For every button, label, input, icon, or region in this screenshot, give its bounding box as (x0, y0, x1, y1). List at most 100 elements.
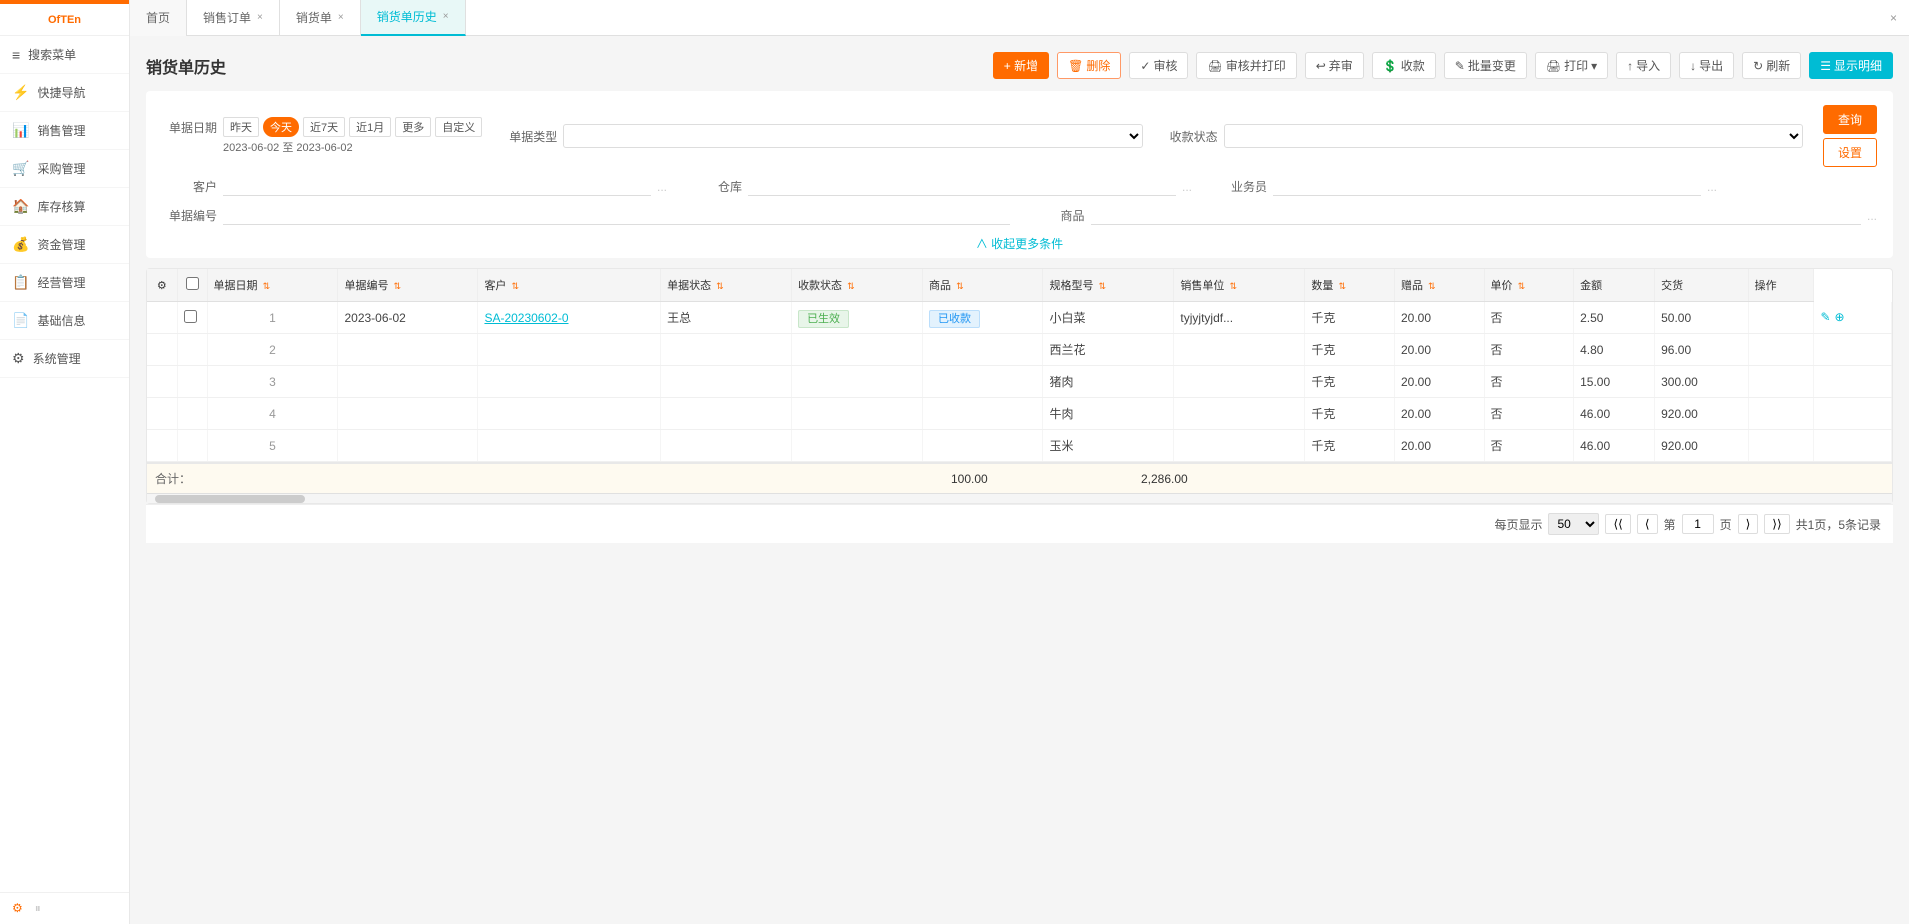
page-prev-button[interactable]: ⟨ (1637, 514, 1658, 534)
cell-spec (1174, 334, 1305, 366)
select-all-checkbox[interactable] (186, 277, 199, 290)
close-all-tabs[interactable]: × (1878, 11, 1909, 25)
summary-label: 合计： (155, 470, 205, 487)
settings-bottom-icon[interactable]: ⚙ (12, 901, 23, 916)
th-gift[interactable]: 赠品 ⇅ (1394, 269, 1484, 302)
date-btn-1month[interactable]: 近1月 (349, 117, 391, 137)
th-doc-date[interactable]: 单据日期 ⇅ (207, 269, 338, 302)
table-row: 3猪肉千克20.00否15.00300.00 (147, 366, 1892, 398)
table-row: 5玉米千克20.00否46.00920.00 (147, 430, 1892, 462)
th-qty[interactable]: 数量 ⇅ (1305, 269, 1395, 302)
setting-button[interactable]: 设置 (1823, 138, 1877, 167)
tab-sales-history-close[interactable]: × (443, 11, 449, 22)
th-collect-status[interactable]: 收款状态 ⇅ (792, 269, 923, 302)
collect-icon: 💲 (1383, 59, 1398, 73)
tab-sales-order-close[interactable]: × (257, 12, 263, 23)
date-btn-yesterday[interactable]: 昨天 (223, 117, 259, 137)
cell-collect-status (923, 430, 1043, 462)
date-btn-more[interactable]: 更多 (395, 117, 431, 137)
batch-change-button[interactable]: ✎ 批量变更 (1444, 52, 1527, 79)
doc-type-select[interactable] (564, 125, 1141, 147)
warehouse-dots[interactable]: ... (1182, 180, 1192, 194)
export-button[interactable]: ↓ 导出 (1679, 52, 1734, 79)
th-customer[interactable]: 客户 ⇅ (478, 269, 661, 302)
cell-qty: 20.00 (1394, 334, 1484, 366)
table-body: 12023-06-02SA-20230602-0王总已生效已收款小白菜tyjyj… (147, 302, 1892, 462)
tab-sales-goods[interactable]: 销货单 × (280, 0, 361, 36)
cell-collect-status (923, 366, 1043, 398)
filter-collapse-btn[interactable]: ∧ 收起更多条件 (162, 235, 1877, 252)
th-goods[interactable]: 商品 ⇅ (923, 269, 1043, 302)
sidebar-item-finance[interactable]: 💰 资金管理 (0, 226, 129, 264)
review-print-button[interactable]: 🖨 审核并打印 (1196, 52, 1296, 79)
per-page-select[interactable]: 50 100 (1548, 513, 1599, 535)
filter-row-2: 客户 ... 仓库 ... 业务员 ... (162, 177, 1877, 196)
th-unit[interactable]: 销售单位 ⇅ (1174, 269, 1305, 302)
th-amount: 金额 (1574, 269, 1655, 302)
customer-input[interactable] (223, 177, 651, 196)
sidebar-item-quick-nav[interactable]: ⚡ 快捷导航 (0, 74, 129, 112)
cell-doc-no[interactable]: SA-20230602-0 (478, 302, 661, 334)
quick-nav-icon: ⚡ (12, 84, 29, 101)
sidebar-item-basic-info[interactable]: 📄 基础信息 (0, 302, 129, 340)
review-label: 审核 (1153, 57, 1177, 74)
cell-amount: 96.00 (1655, 334, 1749, 366)
tab-sales-goods-close[interactable]: × (338, 12, 344, 23)
delete-button[interactable]: 🗑 删除 (1057, 52, 1121, 79)
tab-home-label: 首页 (146, 9, 170, 26)
sidebar-item-search-menu[interactable]: ≡ 搜索菜单 (0, 36, 129, 74)
salesperson-label: 业务员 (1212, 178, 1267, 195)
total-info: 共1页，5条记录 (1796, 516, 1881, 533)
more-op-button[interactable]: ⊕ (1835, 310, 1845, 324)
salesperson-input[interactable] (1273, 177, 1701, 196)
collect-status-select[interactable] (1225, 125, 1802, 147)
tab-home[interactable]: 首页 (130, 0, 187, 36)
cell-operation: ✎⊕ (1814, 302, 1892, 334)
collect-button[interactable]: 💲 收款 (1372, 52, 1436, 79)
sidebar-item-inventory[interactable]: 🏠 库存核算 (0, 188, 129, 226)
th-price[interactable]: 单价 ⇅ (1484, 269, 1574, 302)
date-btn-custom[interactable]: 自定义 (435, 117, 482, 137)
horizontal-scrollbar[interactable] (147, 493, 1892, 503)
th-spec[interactable]: 规格型号 ⇅ (1043, 269, 1174, 302)
sidebar-item-sales-mgmt[interactable]: 📊 销售管理 (0, 112, 129, 150)
warehouse-input[interactable] (748, 177, 1176, 196)
query-button[interactable]: 查询 (1823, 105, 1877, 134)
goods-input[interactable] (1091, 206, 1861, 225)
review-button[interactable]: ✓ 审核 (1129, 52, 1188, 79)
page-next-button[interactable]: ⟩ (1738, 514, 1759, 534)
date-btn-7days[interactable]: 近7天 (303, 117, 345, 137)
cell-settings (147, 302, 177, 334)
edit-op-button[interactable]: ✎ (1820, 310, 1830, 324)
import-button[interactable]: ↑ 导入 (1616, 52, 1671, 79)
th-check[interactable] (177, 269, 207, 302)
scrollbar-thumb[interactable] (155, 495, 305, 503)
print-icon: 🖨 (1546, 59, 1561, 73)
th-settings[interactable]: ⚙ (147, 269, 177, 302)
th-doc-status[interactable]: 单据状态 ⇅ (661, 269, 792, 302)
cell-price: 4.80 (1574, 334, 1655, 366)
new-button[interactable]: + 新增 (993, 52, 1049, 79)
show-detail-button[interactable]: ☰ 显示明细 (1809, 52, 1893, 79)
cell-delivery (1748, 430, 1814, 462)
pause-bottom-icon[interactable]: ⏸ (35, 901, 41, 916)
delete-label: 删除 (1086, 57, 1110, 74)
tab-sales-order[interactable]: 销售订单 × (187, 0, 280, 36)
refresh-button[interactable]: ↻ 刷新 (1742, 52, 1801, 79)
salesperson-dots[interactable]: ... (1707, 180, 1717, 194)
doc-no-input[interactable] (223, 206, 1010, 225)
sidebar-item-sys-mgmt[interactable]: ⚙ 系统管理 (0, 340, 129, 378)
page-last-button[interactable]: ⟩⟩ (1764, 514, 1789, 534)
goods-dots[interactable]: ... (1867, 209, 1877, 223)
page-first-button[interactable]: ⟨⟨ (1605, 514, 1630, 534)
sidebar-item-operations[interactable]: 📋 经营管理 (0, 264, 129, 302)
abandon-button[interactable]: ↩ 弃审 (1305, 52, 1364, 79)
tab-sales-history[interactable]: 销货单历史 × (361, 0, 466, 36)
th-doc-no[interactable]: 单据编号 ⇅ (338, 269, 478, 302)
row-checkbox[interactable] (184, 310, 197, 323)
page-input[interactable] (1682, 514, 1714, 534)
print-button[interactable]: 🖨 打印 ▾ (1535, 52, 1608, 79)
date-btn-today[interactable]: 今天 (263, 117, 299, 137)
sidebar-item-purchase-mgmt[interactable]: 🛒 采购管理 (0, 150, 129, 188)
customer-dots[interactable]: ... (657, 180, 667, 194)
